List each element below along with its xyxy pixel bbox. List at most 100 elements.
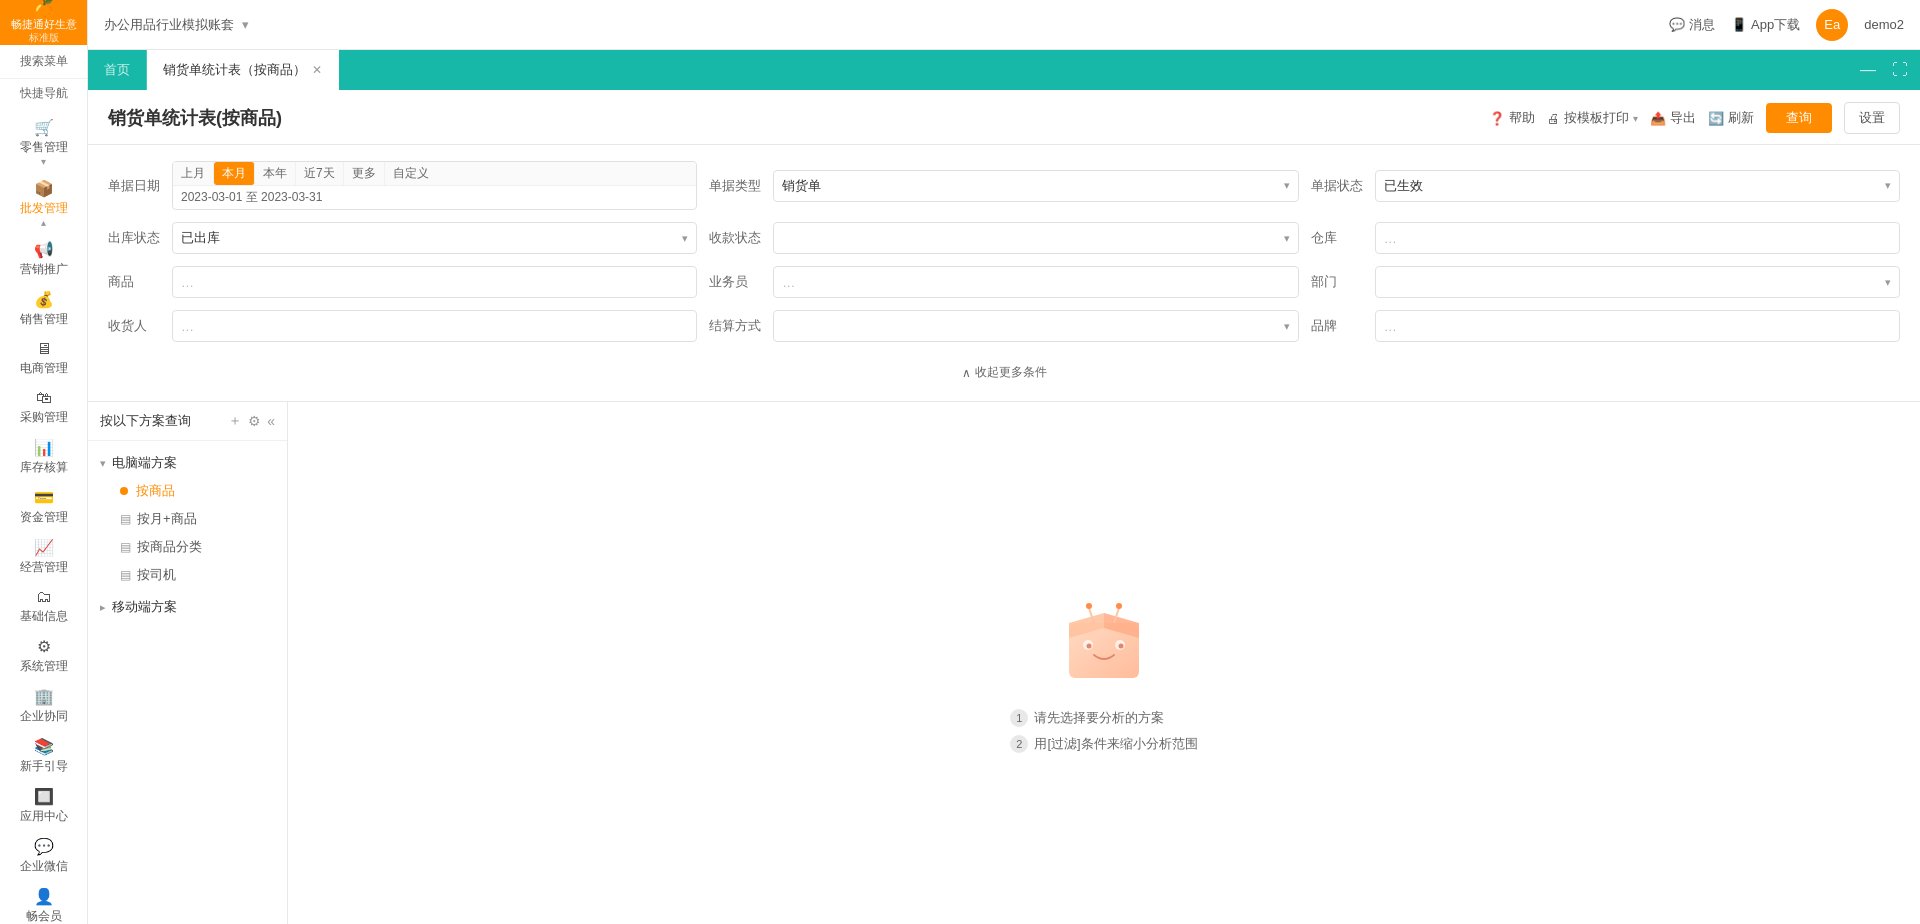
topbar-dropdown-icon[interactable]: ▾ bbox=[242, 17, 249, 32]
settlement-control[interactable]: ▾ bbox=[773, 310, 1298, 342]
sidebar-item-basic[interactable]: 🗂 基础信息 bbox=[0, 582, 87, 631]
tab-maximize-icon[interactable]: ⛶ bbox=[1888, 57, 1912, 83]
collapse-btn[interactable]: ∧ 收起更多条件 bbox=[950, 360, 1059, 385]
query-btn[interactable]: 查询 bbox=[1766, 103, 1832, 133]
tip-num-1: 1 bbox=[1010, 709, 1028, 727]
date-filter-control[interactable]: 上月 本月 本年 近7天 更多 自定义 2023-03-01 至 2023-03… bbox=[172, 161, 697, 210]
settings-btn[interactable]: 设置 bbox=[1844, 102, 1900, 134]
sidebar-item-label-operation: 经营管理 bbox=[20, 559, 68, 576]
scheme-tree: ▾ 电脑端方案 按商品 ▤ 按月+商品 bbox=[88, 441, 287, 924]
sidebar-item-purchase[interactable]: 🛍 采购管理 bbox=[0, 383, 87, 432]
scheme-collapse-icon[interactable]: « bbox=[267, 413, 275, 429]
member-icon: 👤 bbox=[34, 887, 54, 906]
export-btn[interactable]: 📤 导出 bbox=[1650, 109, 1696, 127]
sidebar-item-sales[interactable]: 💰 销售管理 bbox=[0, 284, 87, 334]
export-icon: 📤 bbox=[1650, 111, 1666, 126]
sidebar-item-member[interactable]: 👤 畅会员 bbox=[0, 881, 87, 924]
retail-arrow: ▾ bbox=[41, 156, 46, 167]
refresh-btn[interactable]: 🔄 刷新 bbox=[1708, 109, 1754, 127]
sidebar-item-label-company: 企业协同 bbox=[20, 708, 68, 725]
sidebar-item-company[interactable]: 🏢 企业协同 bbox=[0, 681, 87, 731]
sidebar-item-guide[interactable]: 📚 新手引导 bbox=[0, 731, 87, 781]
doc-status-control[interactable]: 已生效 ▾ bbox=[1375, 170, 1900, 202]
sidebar-item-system[interactable]: ⚙ 系统管理 bbox=[0, 631, 87, 681]
scheme-active-indicator bbox=[120, 487, 128, 495]
tab-home[interactable]: 首页 bbox=[88, 50, 147, 90]
scheme-add-icon[interactable]: ＋ bbox=[228, 412, 242, 430]
warehouse-placeholder: … bbox=[1384, 231, 1891, 246]
sidebar-item-wholesale[interactable]: 📦 批发管理 ▴ bbox=[0, 173, 87, 234]
brand-control[interactable]: … bbox=[1375, 310, 1900, 342]
avatar-text: Ea bbox=[1824, 17, 1840, 32]
tab-sales-stats[interactable]: 销货单统计表（按商品） ✕ bbox=[147, 50, 339, 90]
svg-point-10 bbox=[1116, 603, 1122, 609]
payment-control[interactable]: ▾ bbox=[773, 222, 1298, 254]
app-download-btn[interactable]: 📱 App下载 bbox=[1731, 16, 1800, 34]
sidebar-item-marketing[interactable]: 📢 营销推广 bbox=[0, 234, 87, 284]
filter-doc-status: 单据状态 已生效 ▾ bbox=[1311, 170, 1900, 202]
scheme-group-header-mobile[interactable]: ▸ 移动端方案 bbox=[88, 593, 287, 621]
sidebar-item-finance[interactable]: 💳 资金管理 bbox=[0, 482, 87, 532]
scheme-child-by-cashier[interactable]: ▤ 按司机 bbox=[108, 561, 287, 589]
date-seg-last-month[interactable]: 上月 bbox=[173, 162, 214, 185]
empty-tip-2-text: 用[过滤]条件来缩小分析范围 bbox=[1034, 735, 1197, 753]
staff-placeholder: … bbox=[782, 275, 1289, 290]
date-seg-this-year[interactable]: 本年 bbox=[255, 162, 296, 185]
tab-close-icon[interactable]: ✕ bbox=[312, 63, 322, 77]
sidebar-item-wechat[interactable]: 💬 企业微信 bbox=[0, 831, 87, 881]
scheme-child-by-month-goods[interactable]: ▤ 按月+商品 bbox=[108, 505, 287, 533]
date-seg-this-month[interactable]: 本月 bbox=[214, 162, 255, 185]
content: 销货单统计表(按商品) ❓ 帮助 🖨 按模板打印 ▾ 📤 bbox=[88, 90, 1920, 924]
sidebar-nav-section: 🛒 零售管理 ▾ 📦 批发管理 ▴ 📢 营销推广 💰 销售管理 🖥 电商管理 🛍… bbox=[0, 106, 87, 924]
quick-nav[interactable]: 快捷导航 bbox=[0, 79, 87, 106]
goods-control[interactable]: … bbox=[172, 266, 697, 298]
staff-control[interactable]: … bbox=[773, 266, 1298, 298]
system-icon: ⚙ bbox=[37, 637, 51, 656]
sidebar-item-label-system: 系统管理 bbox=[20, 658, 68, 675]
user-avatar[interactable]: Ea bbox=[1816, 9, 1848, 41]
page-title: 销货单统计表(按商品) bbox=[108, 106, 282, 130]
sidebar-item-operation[interactable]: 📈 经营管理 bbox=[0, 532, 87, 582]
date-seg-7days[interactable]: 近7天 bbox=[296, 162, 344, 185]
filter-brand: 品牌 … bbox=[1311, 310, 1900, 342]
doc-status-arrow: ▾ bbox=[1885, 179, 1891, 192]
scheme-group-header-desktop[interactable]: ▾ 电脑端方案 bbox=[88, 449, 287, 477]
dept-arrow: ▾ bbox=[1885, 276, 1891, 289]
settlement-label: 结算方式 bbox=[709, 317, 765, 335]
scheme-child-label-by-month-goods: 按月+商品 bbox=[137, 510, 197, 528]
search-menu[interactable]: 搜索菜单 bbox=[0, 45, 87, 79]
empty-state: 1 请先选择要分析的方案 2 用[过滤]条件来缩小分析范围 bbox=[1010, 573, 1197, 753]
help-btn[interactable]: ❓ 帮助 bbox=[1489, 109, 1535, 127]
scheme-child-by-goods[interactable]: 按商品 bbox=[108, 477, 287, 505]
out-status-control[interactable]: 已出库 ▾ bbox=[172, 222, 697, 254]
dept-control[interactable]: ▾ bbox=[1375, 266, 1900, 298]
warehouse-control[interactable]: … bbox=[1375, 222, 1900, 254]
doc-type-control[interactable]: 销货单 ▾ bbox=[773, 170, 1298, 202]
sidebar-item-ecommerce[interactable]: 🖥 电商管理 bbox=[0, 334, 87, 383]
brand-label: 品牌 bbox=[1311, 317, 1367, 335]
date-label: 单据日期 bbox=[108, 177, 164, 195]
scheme-settings-icon[interactable]: ⚙ bbox=[248, 413, 261, 429]
sidebar-item-stock[interactable]: 📊 库存核算 bbox=[0, 432, 87, 482]
scheme-child-by-category[interactable]: ▤ 按商品分类 bbox=[108, 533, 287, 561]
consignee-control[interactable]: … bbox=[172, 310, 697, 342]
filter-row-1: 单据日期 上月 本月 本年 近7天 更多 自定义 2023-03-01 至 20… bbox=[108, 161, 1900, 210]
date-seg-custom[interactable]: 自定义 bbox=[385, 162, 437, 185]
page-actions: ❓ 帮助 🖨 按模板打印 ▾ 📤 导出 🔄 bbox=[1489, 102, 1900, 134]
sales-icon: 💰 bbox=[34, 290, 54, 309]
sidebar-item-label-basic: 基础信息 bbox=[20, 608, 68, 625]
sidebar-item-retail[interactable]: 🛒 零售管理 ▾ bbox=[0, 112, 87, 173]
payment-arrow: ▾ bbox=[1284, 232, 1290, 245]
message-btn[interactable]: 💬 消息 bbox=[1669, 16, 1715, 34]
print-btn[interactable]: 🖨 按模板打印 ▾ bbox=[1547, 109, 1638, 127]
staff-label: 业务员 bbox=[709, 273, 765, 291]
marketing-icon: 📢 bbox=[34, 240, 54, 259]
consignee-label: 收货人 bbox=[108, 317, 164, 335]
tab-minimize-icon[interactable]: — bbox=[1856, 57, 1880, 83]
collapse-row: ∧ 收起更多条件 bbox=[108, 354, 1900, 385]
guide-icon: 📚 bbox=[34, 737, 54, 756]
filter-dept: 部门 ▾ bbox=[1311, 266, 1900, 298]
date-seg-more[interactable]: 更多 bbox=[344, 162, 385, 185]
filter-panel: 单据日期 上月 本月 本年 近7天 更多 自定义 2023-03-01 至 20… bbox=[88, 145, 1920, 402]
sidebar-item-appstore[interactable]: 🔲 应用中心 bbox=[0, 781, 87, 831]
